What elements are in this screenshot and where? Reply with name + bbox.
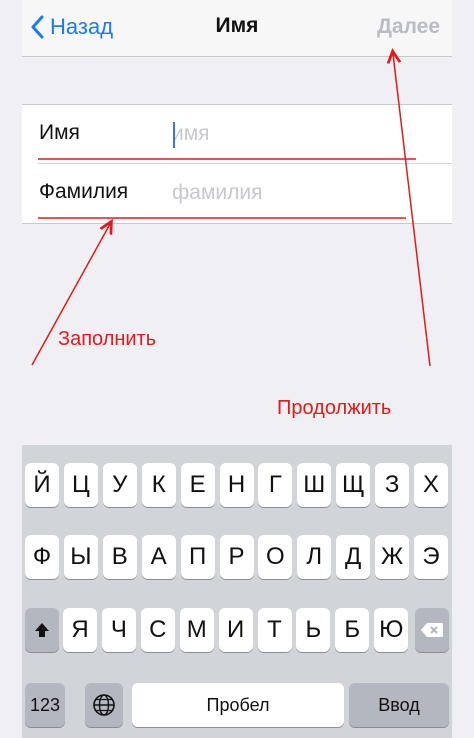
key-row1-2[interactable]: Ц <box>63 463 98 507</box>
key-row2-7[interactable]: О <box>258 535 293 579</box>
first-name-row: Имя <box>22 105 452 164</box>
key-row3-1[interactable]: Я <box>63 608 97 652</box>
annotation-continue: Продолжить <box>277 397 392 419</box>
globe-icon <box>93 694 115 716</box>
key-row3-2[interactable]: Ч <box>101 608 136 652</box>
globe-key[interactable] <box>85 683 123 727</box>
space-key[interactable]: Пробел <box>132 683 344 727</box>
backspace-icon <box>421 623 443 637</box>
first-name-label: Имя <box>39 121 80 144</box>
key-row3-5[interactable]: И <box>218 608 253 652</box>
delete-key[interactable] <box>415 608 449 652</box>
screen: Назад Имя Далее Имя Фамилия ЙЦУКЕНГШЩЗХ … <box>22 0 452 738</box>
annotation-fill: Заполнить <box>58 328 157 350</box>
key-row1-5[interactable]: Е <box>180 463 215 507</box>
numbers-key[interactable]: 123 <box>25 683 65 727</box>
last-name-label: Фамилия <box>39 180 129 203</box>
key-row2-8[interactable]: Л <box>297 535 332 579</box>
key-row3-3[interactable]: С <box>140 608 175 652</box>
key-row1-1[interactable]: Й <box>25 463 59 507</box>
key-row1-9[interactable]: Щ <box>336 463 371 507</box>
key-row2-9[interactable]: Д <box>336 535 371 579</box>
next-button[interactable]: Далее <box>377 15 440 39</box>
key-row2-10[interactable]: Ж <box>375 535 410 579</box>
key-row2-11[interactable]: Э <box>414 535 448 579</box>
key-row2-3[interactable]: В <box>102 535 137 579</box>
key-row3-6[interactable]: Т <box>257 608 292 652</box>
key-row3-8[interactable]: Б <box>335 608 370 652</box>
key-row2-4[interactable]: А <box>141 535 176 579</box>
key-row2-2[interactable]: Ы <box>63 535 98 579</box>
last-name-input[interactable] <box>172 178 432 208</box>
text-cursor <box>173 122 175 148</box>
navigation-bar: Назад Имя Далее <box>22 0 452 57</box>
key-row1-6[interactable]: Н <box>219 463 254 507</box>
name-form: Имя Фамилия <box>22 104 452 224</box>
shift-key[interactable] <box>25 608 59 652</box>
shift-icon <box>35 623 49 637</box>
key-row1-4[interactable]: К <box>141 463 176 507</box>
first-name-input[interactable] <box>172 119 432 149</box>
key-row2-5[interactable]: П <box>180 535 215 579</box>
key-row2-1[interactable]: Ф <box>25 535 59 579</box>
key-row1-3[interactable]: У <box>102 463 137 507</box>
key-row1-10[interactable]: З <box>375 463 410 507</box>
key-row3-4[interactable]: М <box>179 608 214 652</box>
key-row3-7[interactable]: Ь <box>296 608 331 652</box>
key-row1-7[interactable]: Г <box>258 463 293 507</box>
last-name-row: Фамилия <box>22 164 452 222</box>
key-row1-11[interactable]: Х <box>414 463 448 507</box>
keyboard: ЙЦУКЕНГШЩЗХ ФЫВАПРОЛДЖЭ ЯЧСМИТЬБЮ 123 Пр… <box>22 445 452 738</box>
return-key[interactable]: Ввод <box>349 683 449 727</box>
key-row2-6[interactable]: Р <box>219 535 254 579</box>
key-row3-9[interactable]: Ю <box>374 608 409 652</box>
key-row1-8[interactable]: Ш <box>297 463 332 507</box>
